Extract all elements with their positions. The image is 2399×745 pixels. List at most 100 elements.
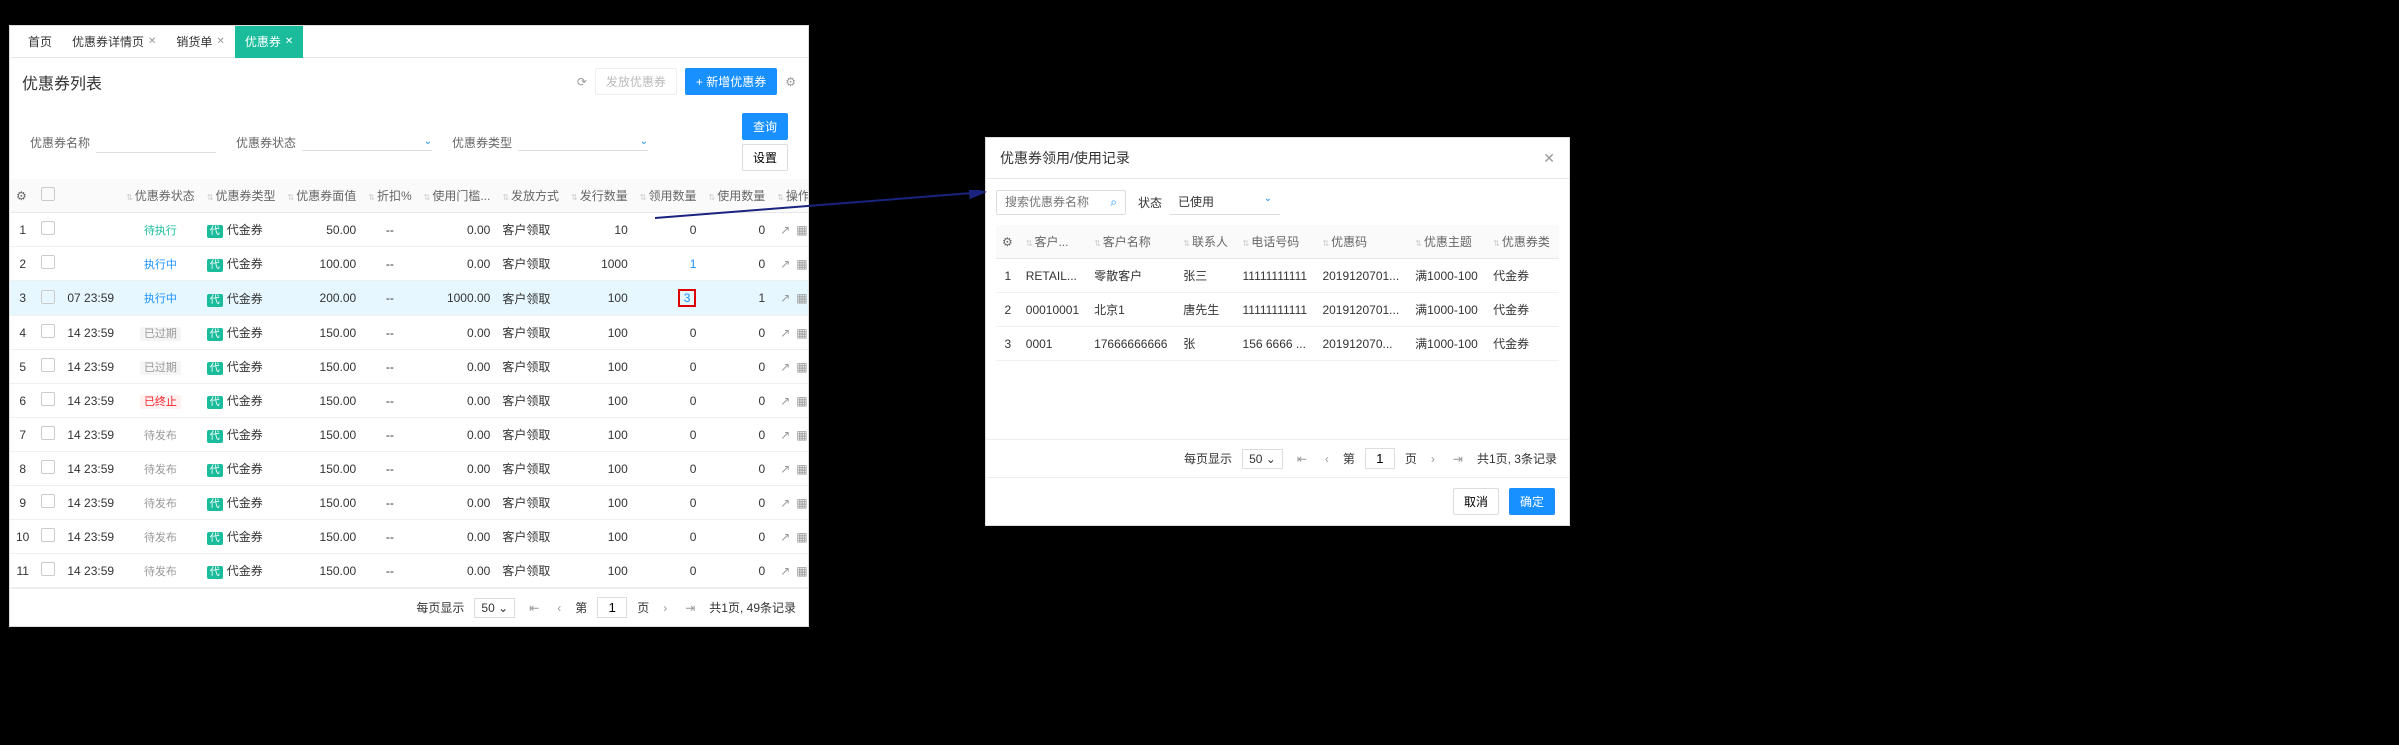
table-row[interactable]: 307 23:59执行中代代金券200.00--1000.00客户领取10031…: [10, 281, 808, 316]
next-page-icon[interactable]: ›: [659, 601, 671, 615]
share-icon[interactable]: ↗: [780, 530, 790, 544]
sort-icon[interactable]: ⇅: [640, 193, 647, 202]
cancel-button[interactable]: 取消: [1453, 488, 1499, 515]
claimed-link[interactable]: 1: [690, 257, 697, 271]
share-icon[interactable]: ↗: [780, 257, 790, 271]
qrcode-icon[interactable]: ▦: [796, 530, 807, 544]
distribute-button[interactable]: 发放优惠券: [595, 68, 677, 95]
sort-icon[interactable]: ⇅: [502, 193, 509, 202]
row-checkbox[interactable]: [41, 324, 55, 338]
column-header[interactable]: ⇅折扣%: [362, 179, 417, 213]
column-header[interactable]: ⇅优惠券状态: [120, 179, 201, 213]
sort-icon[interactable]: ⇅: [1322, 239, 1329, 248]
next-page-icon[interactable]: ›: [1427, 452, 1439, 466]
column-header[interactable]: ⇅优惠码: [1316, 225, 1409, 259]
column-header[interactable]: ⇅客户...: [1020, 225, 1088, 259]
tab-首页[interactable]: 首页: [18, 26, 62, 58]
prev-page-icon[interactable]: ‹: [1321, 452, 1333, 466]
per-page-select[interactable]: 50 ⌄: [1242, 449, 1283, 469]
sort-icon[interactable]: ⇅: [368, 193, 375, 202]
gear-icon[interactable]: ⚙: [1002, 235, 1013, 249]
qrcode-icon[interactable]: ▦: [796, 564, 807, 578]
row-checkbox[interactable]: [41, 528, 55, 542]
table-row[interactable]: 1014 23:59待发布代代金券150.00--0.00客户领取10000↗▦: [10, 520, 808, 554]
table-row[interactable]: 714 23:59待发布代代金券150.00--0.00客户领取10000↗▦: [10, 418, 808, 452]
filter-type-select[interactable]: ⌄: [518, 133, 648, 151]
per-page-select[interactable]: 50 ⌄: [474, 598, 515, 618]
share-icon[interactable]: ↗: [780, 394, 790, 408]
column-header[interactable]: ⇅使用门槛...: [418, 179, 497, 213]
page-input[interactable]: [1365, 448, 1395, 469]
qrcode-icon[interactable]: ▦: [796, 496, 807, 510]
row-checkbox[interactable]: [41, 562, 55, 576]
row-checkbox[interactable]: [41, 290, 55, 304]
column-header[interactable]: ⇅电话号码: [1237, 225, 1317, 259]
qrcode-icon[interactable]: ▦: [796, 462, 807, 476]
table-row[interactable]: 814 23:59待发布代代金券150.00--0.00客户领取10000↗▦: [10, 452, 808, 486]
filter-status-select[interactable]: ⌄: [302, 133, 432, 151]
tab-close-icon[interactable]: ✕: [285, 26, 293, 58]
column-header[interactable]: ⚙: [10, 179, 35, 213]
close-icon[interactable]: ✕: [1543, 150, 1555, 167]
sort-icon[interactable]: ⇅: [1415, 239, 1422, 248]
gear-icon[interactable]: ⚙: [16, 189, 27, 203]
table-row[interactable]: 514 23:59已过期代代金券150.00--0.00客户领取10000↗▦: [10, 350, 808, 384]
filter-name-input[interactable]: [96, 131, 216, 153]
qrcode-icon[interactable]: ▦: [796, 326, 807, 340]
tab-close-icon[interactable]: ✕: [148, 26, 156, 58]
column-header[interactable]: [61, 179, 120, 213]
table-row[interactable]: 414 23:59已过期代代金券150.00--0.00客户领取10000↗▦: [10, 316, 808, 350]
column-header[interactable]: ⇅发行数量: [565, 179, 634, 213]
tab-销货单[interactable]: 销货单✕: [166, 26, 234, 58]
sort-icon[interactable]: ⇅: [777, 193, 784, 202]
sort-icon[interactable]: ⇅: [1493, 239, 1500, 248]
prev-page-icon[interactable]: ‹: [553, 601, 565, 615]
add-coupon-button[interactable]: + 新增优惠券: [685, 68, 777, 95]
column-header[interactable]: ⇅优惠券面值: [282, 179, 363, 213]
qrcode-icon[interactable]: ▦: [796, 223, 807, 237]
column-header[interactable]: ⇅优惠券类型: [201, 179, 282, 213]
table-row[interactable]: 2执行中代代金券100.00--0.00客户领取100010↗▦: [10, 247, 808, 281]
sort-icon[interactable]: ⇅: [1026, 239, 1033, 248]
column-header[interactable]: ⇅客户名称: [1088, 225, 1177, 259]
sort-icon[interactable]: ⇅: [1243, 239, 1250, 248]
search-box[interactable]: ⌕: [996, 190, 1126, 215]
share-icon[interactable]: ↗: [780, 326, 790, 340]
share-icon[interactable]: ↗: [780, 360, 790, 374]
qrcode-icon[interactable]: ▦: [796, 291, 807, 305]
tab-close-icon[interactable]: ✕: [216, 26, 224, 58]
column-header[interactable]: ⇅优惠券类: [1487, 225, 1559, 259]
table-row[interactable]: 914 23:59待发布代代金券150.00--0.00客户领取10000↗▦: [10, 486, 808, 520]
last-page-icon[interactable]: ⇥: [681, 601, 699, 615]
confirm-button[interactable]: 确定: [1509, 488, 1555, 515]
select-all-checkbox[interactable]: [41, 187, 55, 201]
qrcode-icon[interactable]: ▦: [796, 394, 807, 408]
row-checkbox[interactable]: [41, 460, 55, 474]
sort-icon[interactable]: ⇅: [1183, 239, 1190, 248]
tab-优惠券详情页[interactable]: 优惠券详情页✕: [62, 26, 166, 58]
share-icon[interactable]: ↗: [780, 428, 790, 442]
column-header[interactable]: ⚙: [996, 225, 1020, 259]
column-header[interactable]: [35, 179, 61, 213]
table-row[interactable]: 1114 23:59待发布代代金券150.00--0.00客户领取10000↗▦: [10, 554, 808, 588]
table-row[interactable]: 614 23:59已终止代代金券150.00--0.00客户领取10000↗▦: [10, 384, 808, 418]
column-header[interactable]: ⇅操作: [771, 179, 808, 213]
page-input[interactable]: [597, 597, 627, 618]
first-page-icon[interactable]: ⇤: [525, 601, 543, 615]
search-icon[interactable]: ⌕: [1110, 195, 1117, 210]
column-header[interactable]: ⇅联系人: [1177, 225, 1236, 259]
sort-icon[interactable]: ⇅: [126, 193, 133, 202]
state-select[interactable]: 已使用 ⌄: [1170, 189, 1280, 215]
sort-icon[interactable]: ⇅: [288, 193, 295, 202]
sort-icon[interactable]: ⇅: [571, 193, 578, 202]
sort-icon[interactable]: ⇅: [708, 193, 715, 202]
column-header[interactable]: ⇅使用数量: [702, 179, 771, 213]
sort-icon[interactable]: ⇅: [1094, 239, 1101, 248]
query-button[interactable]: 查询: [742, 113, 788, 140]
gear-icon[interactable]: ⚙: [785, 75, 796, 89]
column-header[interactable]: ⇅优惠主题: [1409, 225, 1487, 259]
sort-icon[interactable]: ⇅: [207, 193, 214, 202]
share-icon[interactable]: ↗: [780, 291, 790, 305]
first-page-icon[interactable]: ⇤: [1293, 452, 1311, 466]
row-checkbox[interactable]: [41, 392, 55, 406]
